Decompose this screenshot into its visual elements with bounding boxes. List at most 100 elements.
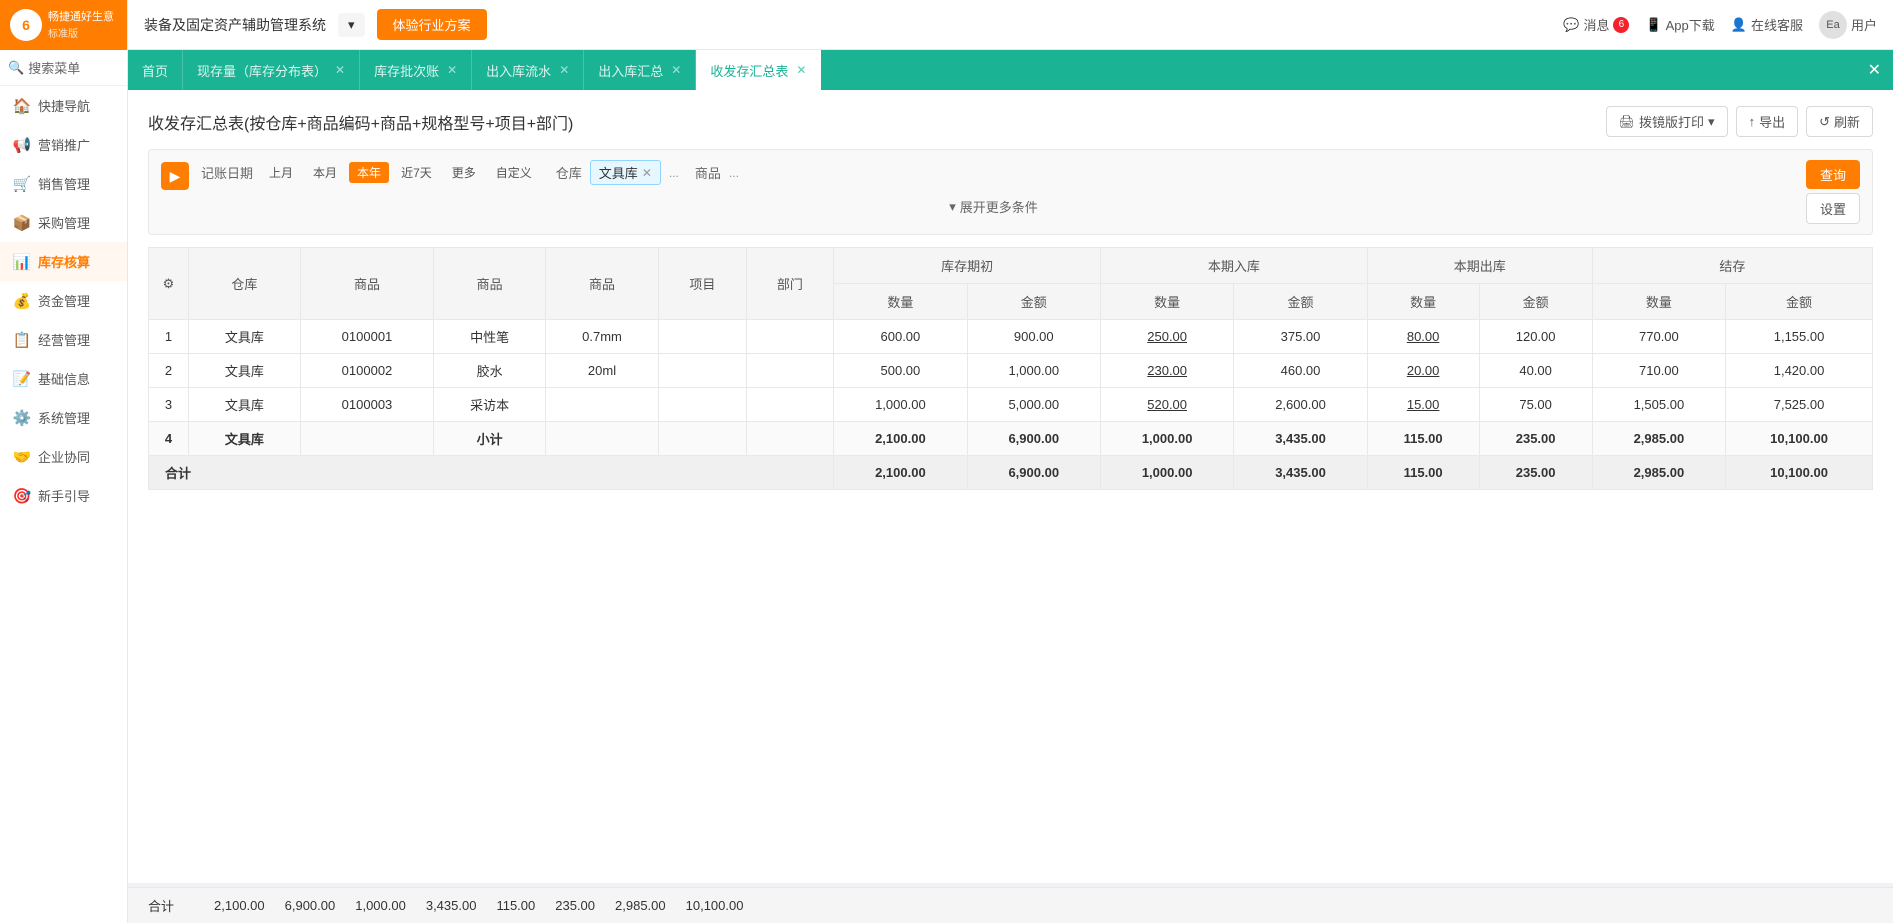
total-init-qty: 2,100.00 bbox=[834, 456, 967, 490]
print-button[interactable]: 🖨 拨镜版打印 ▾ bbox=[1606, 106, 1728, 137]
online-service-action[interactable]: 👤 在线客服 bbox=[1731, 15, 1803, 34]
row-in-qty[interactable]: 520.00 bbox=[1100, 388, 1233, 422]
sidebar-item-purchase[interactable]: 📦 采购管理 bbox=[0, 203, 127, 242]
sidebar-item-system[interactable]: ⚙️ 系统管理 bbox=[0, 398, 127, 437]
row-bal-qty: 710.00 bbox=[1592, 354, 1725, 388]
sidebar-item-quicknav[interactable]: 🏠 快捷导航 bbox=[0, 86, 127, 125]
row-in-qty[interactable]: 250.00 bbox=[1100, 320, 1233, 354]
row-out-qty[interactable]: 20.00 bbox=[1367, 354, 1479, 388]
filter-goods-group: 商品 ... bbox=[695, 163, 739, 182]
sales-icon: 🛒 bbox=[12, 175, 32, 193]
tab-batch-close[interactable]: ✕ bbox=[447, 63, 457, 77]
expand-more-btn[interactable]: ▾ 展开更多条件 bbox=[201, 193, 1786, 220]
date-btn-7days[interactable]: 近7天 bbox=[393, 162, 440, 183]
row-out-qty[interactable]: 80.00 bbox=[1367, 320, 1479, 354]
tab-receipt-summary[interactable]: 收发存汇总表 ✕ bbox=[696, 50, 821, 90]
total-in-amt: 3,435.00 bbox=[1234, 456, 1367, 490]
finance-icon: 💰 bbox=[12, 292, 32, 310]
row-out-amt: 75.00 bbox=[1479, 388, 1592, 422]
tab-home[interactable]: 首页 bbox=[128, 50, 183, 90]
user-action[interactable]: Ea 用户 bbox=[1819, 11, 1877, 39]
row-init-qty: 1,000.00 bbox=[834, 388, 967, 422]
warehouse-more[interactable]: ... bbox=[669, 166, 679, 180]
row-bal-amt: 1,420.00 bbox=[1726, 354, 1873, 388]
dropdown-arrow-icon: ▾ bbox=[348, 17, 355, 33]
refresh-button[interactable]: ↺ 刷新 bbox=[1806, 106, 1873, 137]
date-buttons: 上月 本月 本年 近7天 更多 自定义 bbox=[261, 162, 540, 183]
search-menu-item[interactable]: 🔍 搜索菜单 bbox=[0, 50, 127, 86]
tab-bar-close-all[interactable]: ✕ bbox=[1856, 60, 1893, 80]
row-warehouse: 文具库 bbox=[189, 320, 301, 354]
goods-more[interactable]: ... bbox=[729, 166, 739, 180]
total-out-amt: 235.00 bbox=[1479, 456, 1592, 490]
tab-batch[interactable]: 库存批次账 ✕ bbox=[360, 50, 472, 90]
settings-button[interactable]: 设置 bbox=[1806, 193, 1860, 224]
filter-date-group: 记账日期 上月 本月 本年 近7天 更多 自定义 bbox=[201, 162, 540, 183]
sidebar: 6 畅捷通好生意 标准版 🔍 搜索菜单 🏠 快捷导航 📢 营销推广 🛒 销售管理… bbox=[0, 0, 128, 923]
date-btn-more[interactable]: 更多 bbox=[444, 162, 484, 183]
logo[interactable]: 6 畅捷通好生意 标准版 bbox=[0, 0, 127, 50]
sidebar-item-basic[interactable]: 📝 基础信息 bbox=[0, 359, 127, 398]
row-warehouse: 文具库 bbox=[189, 388, 301, 422]
sidebar-item-business[interactable]: 📋 经营管理 bbox=[0, 320, 127, 359]
row-name: 采访本 bbox=[434, 388, 546, 422]
row-code bbox=[300, 422, 433, 456]
system-dropdown[interactable]: ▾ bbox=[338, 13, 365, 37]
tab-summary[interactable]: 出入库汇总 ✕ bbox=[584, 50, 696, 90]
row-dept bbox=[746, 320, 834, 354]
app-download-action[interactable]: 📱 App下载 bbox=[1645, 15, 1714, 34]
row-warehouse: 文具库 bbox=[189, 422, 301, 456]
col-name-header: 商品 bbox=[434, 248, 546, 320]
query-button[interactable]: 查询 bbox=[1806, 160, 1860, 189]
tab-inventory-dist[interactable]: 现存量（库存分布表） ✕ bbox=[183, 50, 360, 90]
bottom-bal-amt: 10,100.00 bbox=[686, 898, 744, 913]
refresh-label: 刷新 bbox=[1834, 112, 1860, 131]
col-init-amt-header: 金额 bbox=[967, 284, 1100, 320]
tab-flow-close[interactable]: ✕ bbox=[559, 63, 569, 77]
sidebar-item-marketing[interactable]: 📢 营销推广 bbox=[0, 125, 127, 164]
sidebar-item-inventory[interactable]: 📊 库存核算 bbox=[0, 242, 127, 281]
tab-summary-close[interactable]: ✕ bbox=[671, 63, 681, 77]
messages-action[interactable]: 💬 消息 6 bbox=[1563, 15, 1629, 34]
filter-content: 记账日期 上月 本月 本年 近7天 更多 自定义 仓库 bbox=[201, 160, 1786, 220]
filter-toggle[interactable]: ▶ bbox=[161, 162, 189, 190]
content-area: 收发存汇总表(按仓库+商品编码+商品+规格型号+项目+部门) 🖨 拨镜版打印 ▾… bbox=[128, 90, 1893, 923]
row-bal-amt: 1,155.00 bbox=[1726, 320, 1873, 354]
tab-summary-label: 出入库汇总 bbox=[598, 61, 663, 80]
date-btn-this-month[interactable]: 本月 bbox=[305, 162, 345, 183]
marketing-icon: 📢 bbox=[12, 136, 32, 154]
col-settings[interactable]: ⚙ bbox=[149, 248, 189, 320]
date-btn-this-year[interactable]: 本年 bbox=[349, 162, 389, 183]
bottom-bar: 合计 2,100.00 6,900.00 1,000.00 3,435.00 1… bbox=[128, 887, 1893, 923]
tab-flow[interactable]: 出入库流水 ✕ bbox=[472, 50, 584, 90]
print-icon: 🖨 bbox=[1619, 114, 1636, 130]
page-container: 收发存汇总表(按仓库+商品编码+商品+规格型号+项目+部门) 🖨 拨镜版打印 ▾… bbox=[128, 90, 1893, 883]
sidebar-item-finance[interactable]: 💰 资金管理 bbox=[0, 281, 127, 320]
tab-receipt-summary-close[interactable]: ✕ bbox=[796, 63, 806, 77]
sidebar-item-collab[interactable]: 🤝 企业协同 bbox=[0, 437, 127, 476]
row-init-amt: 6,900.00 bbox=[967, 422, 1100, 456]
sidebar-item-sales[interactable]: 🛒 销售管理 bbox=[0, 164, 127, 203]
col-spec-header: 商品 bbox=[545, 248, 658, 320]
row-in-qty[interactable]: 230.00 bbox=[1100, 354, 1233, 388]
row-code: 0100002 bbox=[300, 354, 433, 388]
top-header: 装备及固定资产辅助管理系统 ▾ 体验行业方案 💬 消息 6 📱 App下载 👤 … bbox=[128, 0, 1893, 50]
date-btn-custom[interactable]: 自定义 bbox=[488, 162, 540, 183]
col-dept-header: 部门 bbox=[746, 248, 834, 320]
col-init-stock-header: 库存期初 bbox=[834, 248, 1101, 284]
tab-batch-label: 库存批次账 bbox=[374, 61, 439, 80]
sidebar-item-guide-label: 新手引导 bbox=[38, 486, 90, 505]
warehouse-tag-close[interactable]: ✕ bbox=[642, 166, 652, 180]
table-row: 1 文具库 0100001 中性笔 0.7mm 600.00 900.00 25… bbox=[149, 320, 1873, 354]
tab-inventory-dist-close[interactable]: ✕ bbox=[335, 63, 345, 77]
row-out-qty[interactable]: 15.00 bbox=[1367, 388, 1479, 422]
sidebar-item-collab-label: 企业协同 bbox=[38, 447, 90, 466]
trial-button[interactable]: 体验行业方案 bbox=[377, 9, 487, 40]
row-spec bbox=[545, 388, 658, 422]
date-btn-last-month[interactable]: 上月 bbox=[261, 162, 301, 183]
refresh-icon: ↺ bbox=[1819, 114, 1830, 130]
row-out-amt: 120.00 bbox=[1479, 320, 1592, 354]
total-out-qty: 115.00 bbox=[1367, 456, 1479, 490]
export-button[interactable]: ↑ 导出 bbox=[1736, 106, 1799, 137]
sidebar-item-guide[interactable]: 🎯 新手引导 bbox=[0, 476, 127, 515]
